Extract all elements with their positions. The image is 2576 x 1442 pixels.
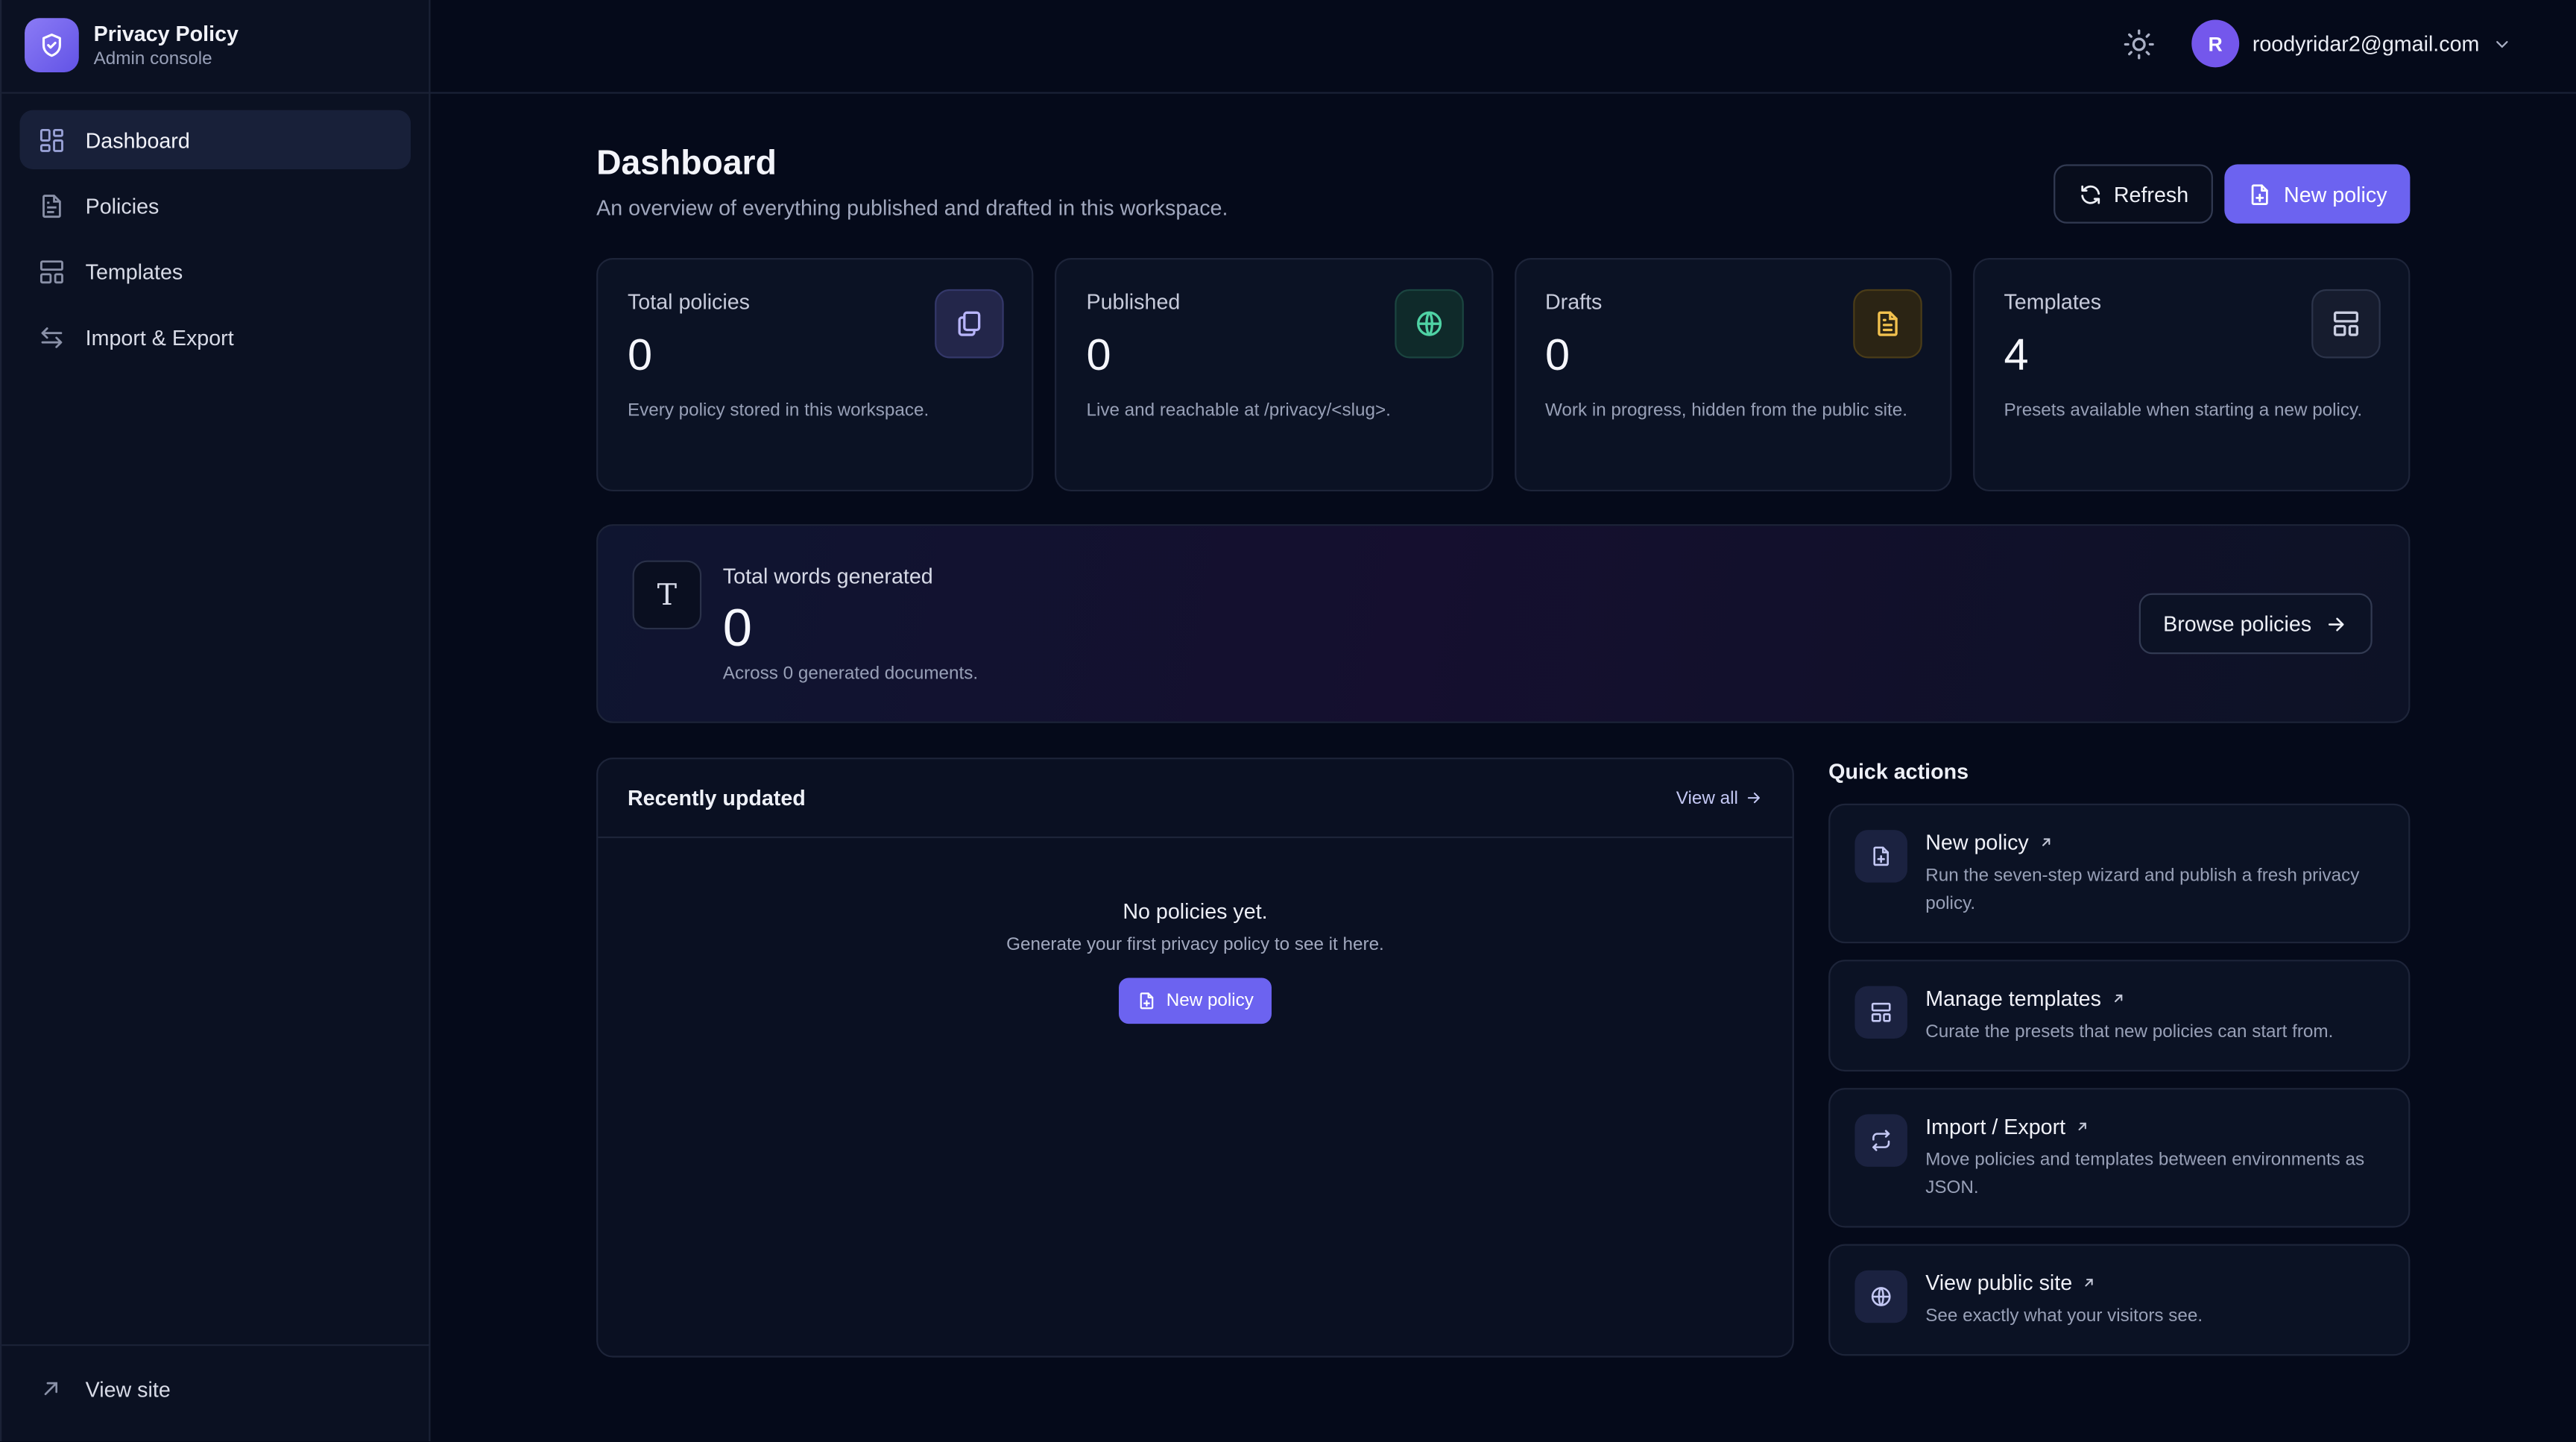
refresh-button[interactable]: Refresh (2053, 164, 2214, 224)
divider (1, 1344, 431, 1347)
quick-action-name: Manage templates (1925, 986, 2101, 1011)
quick-action-desc: Move policies and templates between envi… (1925, 1150, 2365, 1198)
recent-header: Recently updated View all (598, 759, 1793, 839)
repeat-icon (1854, 1114, 1907, 1167)
new-policy-button[interactable]: New policy (2224, 164, 2411, 224)
avatar: R (2191, 19, 2240, 68)
recent-title: Recently updated (627, 785, 806, 810)
stat-desc: Presets available when starting a new po… (2004, 400, 2363, 421)
shield-check-icon (25, 18, 79, 72)
sidebar-item-label: Templates (85, 259, 183, 284)
divider (1, 92, 431, 94)
copy-documents-icon (935, 289, 1005, 359)
stat-desc: Live and reachable at /privacy/<slug>. (1086, 400, 1391, 421)
stat-desc: Work in progress, hidden from the public… (1544, 400, 1907, 421)
brand-subtitle: Admin console (93, 48, 212, 69)
browse-policies-label: Browse policies (2163, 611, 2312, 636)
external-arrow-icon (2086, 1279, 2094, 1287)
user-menu[interactable]: R roodyridar2@gmail.com (2191, 19, 2512, 68)
file-plus-icon (1854, 830, 1907, 883)
external-arrow-icon (2042, 838, 2051, 846)
topbar: R roodyridar2@gmail.com (430, 0, 2576, 94)
chevron-down-icon (2496, 40, 2509, 48)
stat-card-published: Published 0 Live and reachable at /priva… (1055, 258, 1493, 492)
external-arrow-icon (44, 1382, 57, 1396)
sidebar-nav: Dashboard Policies Templates Import & Ex… (19, 110, 411, 374)
quick-action-desc: Run the seven-step wizard and publish a … (1925, 866, 2360, 914)
template-icon (1854, 986, 1907, 1039)
template-icon (40, 259, 63, 283)
stat-desc: Every policy stored in this workspace. (627, 400, 929, 421)
empty-subtitle: Generate your first privacy policy to se… (1006, 935, 1384, 955)
stat-card-drafts: Drafts 0 Work in progress, hidden from t… (1514, 258, 1951, 492)
new-policy-label: New policy (2284, 181, 2387, 207)
external-arrow-icon (2114, 994, 2123, 1003)
sidebar-item-import-export[interactable]: Import & Export (19, 307, 411, 366)
document-icon (42, 194, 61, 217)
words-desc: Across 0 generated documents. (722, 664, 979, 684)
quick-actions-title: Quick actions (1828, 759, 1969, 784)
brand[interactable]: Privacy Policy Admin console (25, 18, 239, 72)
globe-icon (1854, 1270, 1907, 1323)
words-generated-card: T Total words generated 0 Across 0 gener… (596, 524, 2411, 723)
quick-actions: Quick actions New policy Run the seven-s… (1828, 759, 2411, 1356)
sun-icon (2124, 29, 2154, 60)
sidebar-item-label: Policies (85, 192, 160, 218)
text-icon: T (632, 560, 702, 630)
words-label: Total words generated (722, 564, 933, 589)
swap-arrows-icon (41, 326, 63, 347)
sidebar-item-policies[interactable]: Policies (19, 176, 411, 235)
refresh-icon (2080, 184, 2100, 204)
refresh-label: Refresh (2113, 181, 2189, 207)
app-window: Privacy Policy Admin console Dashboard P… (0, 0, 2576, 1441)
globe-icon (1394, 289, 1463, 359)
quick-action-view-public-site[interactable]: View public site See exactly what your v… (1828, 1244, 2411, 1356)
sidebar-item-label: Dashboard (85, 127, 190, 152)
dashboard-icon (40, 127, 63, 151)
stat-card-total-policies: Total policies 0 Every policy stored in … (596, 258, 1034, 492)
sidebar-item-dashboard[interactable]: Dashboard (19, 110, 411, 170)
theme-toggle-button[interactable] (2123, 28, 2156, 60)
empty-state: No policies yet. Generate your first pri… (598, 899, 1792, 1024)
browse-policies-button[interactable]: Browse policies (2138, 593, 2373, 655)
user-email: roodyridar2@gmail.com (2252, 31, 2480, 56)
empty-title: No policies yet. (1123, 898, 1268, 924)
quick-action-manage-templates[interactable]: Manage templates Curate the presets that… (1828, 960, 2411, 1072)
quick-action-desc: See exactly what your visitors see. (1925, 1306, 2203, 1326)
arrow-right-icon (1747, 793, 1760, 804)
header-actions: Refresh New policy (2053, 164, 2411, 224)
quick-action-name: Import / Export (1925, 1114, 2066, 1139)
quick-action-desc: Curate the presets that new policies can… (1925, 1021, 2334, 1042)
view-all-label: View all (1676, 787, 1738, 808)
draft-document-icon (1852, 289, 1922, 359)
recently-updated-panel: Recently updated View all No policies ye… (596, 758, 1794, 1358)
file-plus-icon (2252, 183, 2269, 204)
sidebar-item-templates[interactable]: Templates (19, 242, 411, 300)
empty-new-policy-button[interactable]: New policy (1118, 977, 1272, 1024)
brand-title: Privacy Policy (93, 20, 239, 45)
quick-action-name: View public site (1925, 1270, 2073, 1295)
quick-action-name: New policy (1925, 830, 2029, 855)
view-all-link[interactable]: View all (1676, 788, 1763, 807)
view-site-link[interactable]: View site (38, 1376, 171, 1402)
words-value: 0 (722, 598, 753, 658)
sidebar-item-label: Import & Export (85, 324, 234, 350)
empty-new-policy-label: New policy (1166, 991, 1254, 1011)
arrow-right-icon (2328, 617, 2344, 631)
file-plus-icon (1140, 992, 1154, 1010)
view-site-label: View site (85, 1376, 171, 1401)
stat-card-templates: Templates 4 Presets available when start… (1972, 258, 2411, 492)
stats-row: Total policies 0 Every policy stored in … (596, 258, 2411, 492)
main-content: Dashboard An overview of everything publ… (596, 142, 2411, 1358)
quick-action-new-policy[interactable]: New policy Run the seven-step wizard and… (1828, 803, 2411, 944)
sidebar: Privacy Policy Admin console Dashboard P… (0, 0, 431, 1441)
external-arrow-icon (2079, 1122, 2087, 1131)
template-icon (2311, 289, 2381, 359)
quick-action-import-export[interactable]: Import / Export Move policies and templa… (1828, 1088, 2411, 1228)
